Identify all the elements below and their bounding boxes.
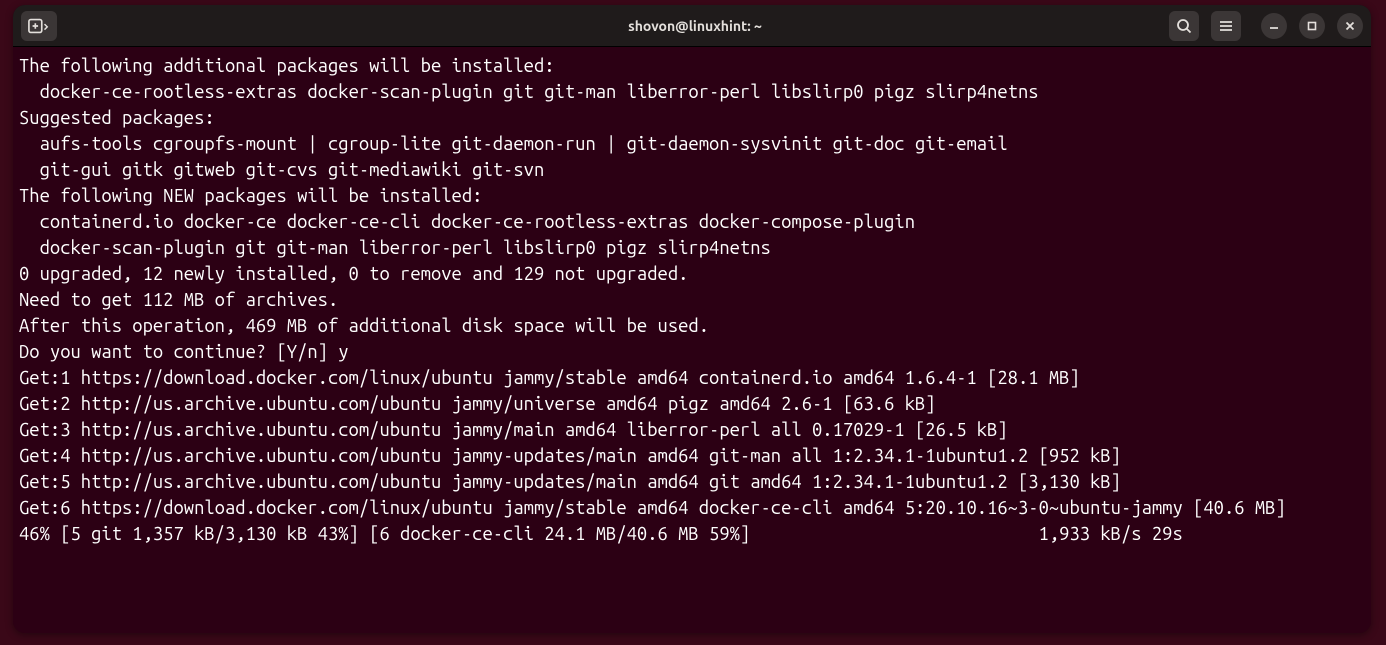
search-icon [1176, 18, 1192, 34]
title-bar: shovon@linuxhint: ~ [13, 5, 1371, 47]
new-tab-button[interactable] [21, 11, 57, 41]
search-button[interactable] [1169, 11, 1199, 41]
minimize-button[interactable] [1261, 13, 1287, 39]
maximize-icon [1306, 20, 1318, 32]
terminal-window: shovon@linuxhint: ~ [13, 5, 1371, 633]
close-button[interactable] [1337, 13, 1363, 39]
new-tab-icon [28, 18, 50, 34]
terminal-body[interactable]: The following additional packages will b… [13, 47, 1371, 633]
close-icon [1344, 20, 1356, 32]
terminal-output: The following additional packages will b… [19, 53, 1367, 547]
menu-button[interactable] [1211, 11, 1241, 41]
hamburger-icon [1218, 18, 1234, 34]
title-bar-left [21, 11, 221, 41]
maximize-button[interactable] [1299, 13, 1325, 39]
minimize-icon [1268, 20, 1280, 32]
window-controls [1261, 13, 1363, 39]
title-bar-right [1169, 11, 1363, 41]
window-title: shovon@linuxhint: ~ [221, 18, 1169, 34]
